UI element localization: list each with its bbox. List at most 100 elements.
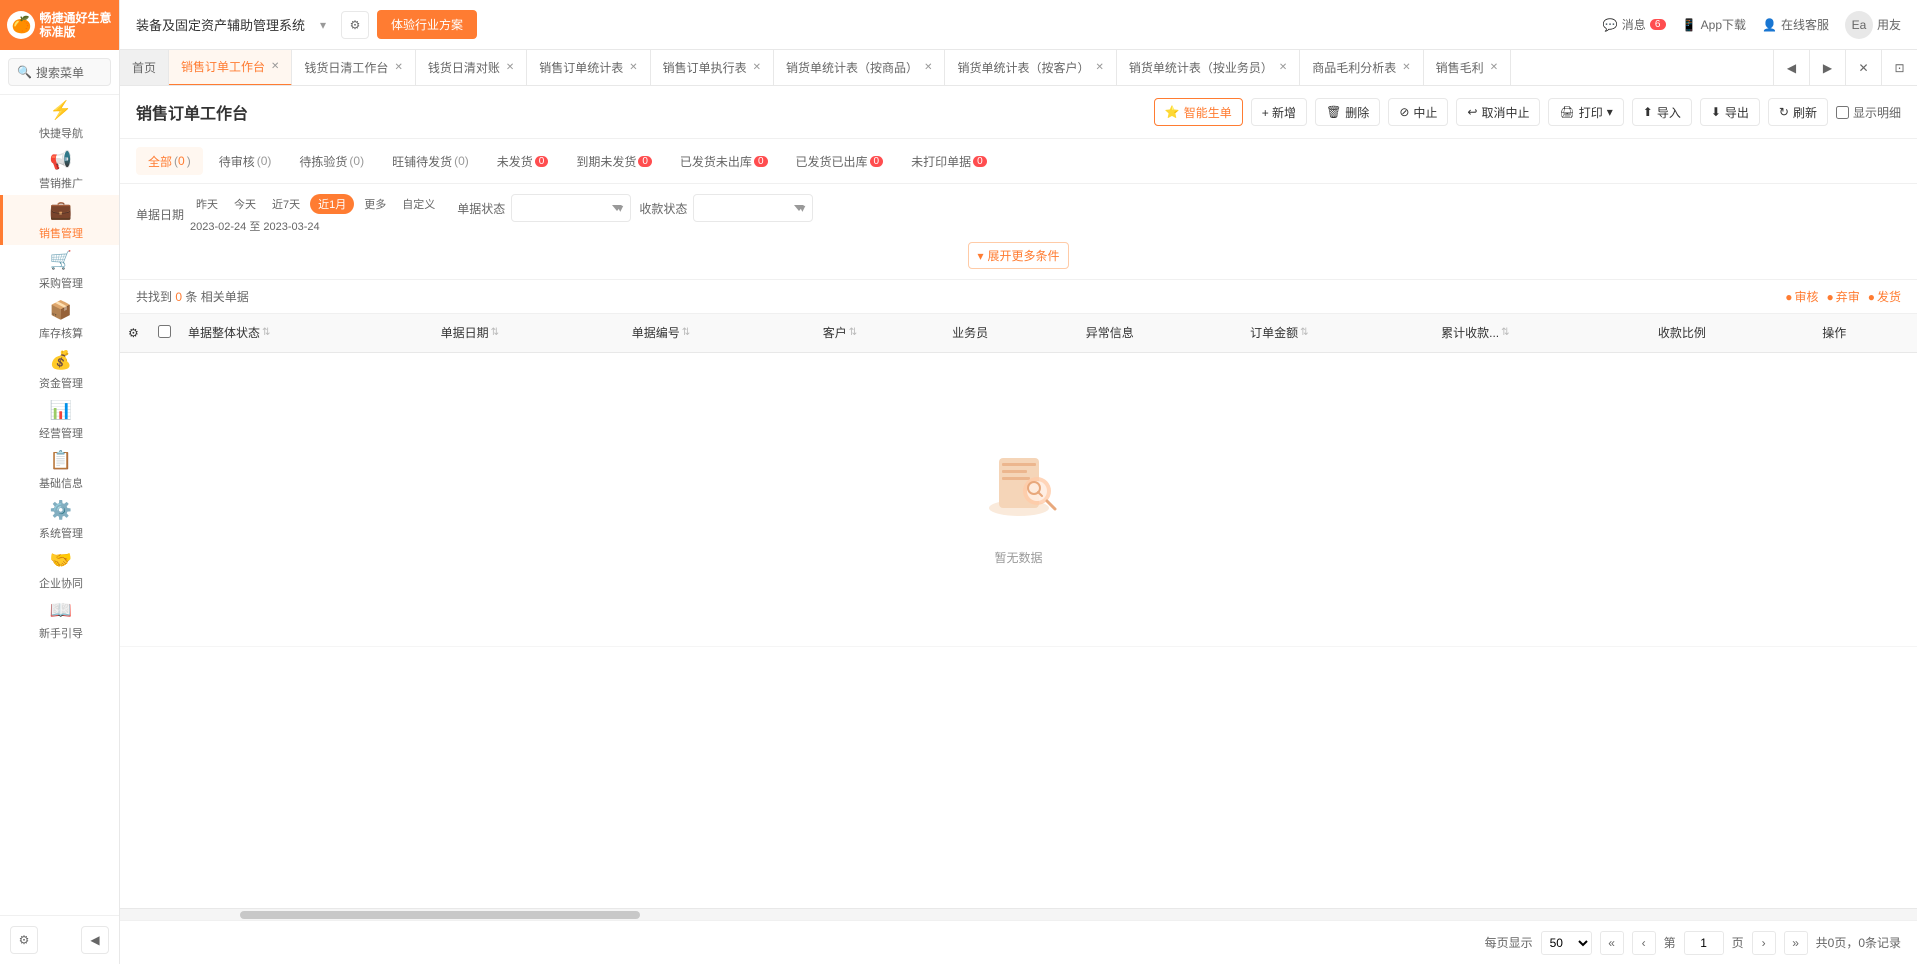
refresh-button[interactable]: ↻ 刷新 — [1768, 98, 1828, 126]
add-button[interactable]: + 新增 — [1251, 98, 1307, 126]
sub-tab-shipped-out[interactable]: 已发货已出库 0 — [784, 147, 896, 175]
delete-button[interactable]: 🗑 删除 — [1315, 98, 1380, 126]
sidebar-item-inventory[interactable]: 📦 库存核算 — [0, 295, 119, 345]
col-staff: 业务员 — [944, 314, 1078, 352]
header-settings-button[interactable]: ⚙ — [341, 11, 369, 39]
print-button[interactable]: 🖨 打印 ▾ — [1548, 98, 1623, 126]
tab-sales-by-staff[interactable]: 销货单统计表（按业务员） ✕ — [1117, 50, 1300, 86]
import-button[interactable]: ⬆ 导入 — [1632, 98, 1692, 126]
tab-sales-profit[interactable]: 销售毛利 ✕ — [1424, 50, 1511, 86]
tab-close-sales-profit[interactable]: ✕ — [1490, 62, 1498, 73]
cancel-stop-button[interactable]: ↩ 取消中止 — [1456, 98, 1540, 126]
search-menu-button[interactable]: 🔍 搜索菜单 — [8, 58, 111, 86]
select-all-checkbox[interactable] — [158, 325, 171, 338]
date-option-7days[interactable]: 近7天 — [266, 194, 306, 214]
page-last-button[interactable]: » — [1784, 931, 1808, 955]
tab-sales-by-product[interactable]: 销货单统计表（按商品） ✕ — [774, 50, 945, 86]
page-prev-button[interactable]: ‹ — [1632, 931, 1656, 955]
tab-sales-workbench[interactable]: 销售订单工作台 ✕ — [169, 50, 292, 86]
sidebar-item-quick-nav[interactable]: ⚡ 快捷导航 — [0, 95, 119, 145]
tab-cash-daily[interactable]: 钱货日清工作台 ✕ — [292, 50, 415, 86]
date-sort-button[interactable]: 单据日期 ⇅ — [441, 324, 616, 341]
header-dropdown-button[interactable]: ▾ — [313, 15, 333, 35]
smart-create-button[interactable]: ⭐ 智能生单 — [1154, 98, 1243, 126]
unreviewed-action-button[interactable]: ● 弃审 — [1826, 288, 1859, 305]
inventory-icon: 📦 — [50, 300, 72, 321]
tab-cash-reconcile[interactable]: 钱货日清对账 ✕ — [416, 50, 527, 86]
tab-close-sales-by-staff[interactable]: ✕ — [1279, 62, 1287, 73]
tab-expand-button[interactable]: ⊡ — [1881, 50, 1917, 86]
horizontal-scrollbar[interactable] — [120, 908, 1917, 920]
sidebar-item-guide[interactable]: 📖 新手引导 — [0, 595, 119, 645]
sub-tab-unshipped[interactable]: 未发货 0 — [485, 147, 561, 175]
received-sort-button[interactable]: 累计收款... ⇅ — [1441, 324, 1642, 341]
industry-solution-button[interactable]: 体验行业方案 — [377, 10, 477, 39]
number-sort-button[interactable]: 单据编号 ⇅ — [632, 324, 807, 341]
date-option-1month[interactable]: 近1月 — [310, 194, 354, 214]
date-option-custom[interactable]: 自定义 — [396, 194, 441, 214]
sidebar-item-cooperation[interactable]: 🤝 企业协同 — [0, 545, 119, 595]
sidebar-item-basic[interactable]: 📋 基础信息 — [0, 445, 119, 495]
stop-button[interactable]: ⊘ 中止 — [1388, 98, 1448, 126]
tab-close-sales-by-product[interactable]: ✕ — [924, 62, 932, 73]
page-actions: ⭐ 智能生单 + 新增 🗑 删除 ⊘ 中止 ↩ 取消中止 🖨 打印 ▾ — [1154, 98, 1901, 126]
amount-sort-button[interactable]: 订单金额 ⇅ — [1250, 324, 1425, 341]
app-download-button[interactable]: 📱 App下载 — [1682, 16, 1746, 33]
tab-close-cash-reconcile[interactable]: ✕ — [506, 62, 514, 73]
date-option-more[interactable]: 更多 — [358, 194, 392, 214]
page-number-input[interactable] — [1684, 931, 1724, 955]
number-sort-icon: ⇅ — [682, 327, 690, 338]
sub-tab-pending-inspect[interactable]: 待拣验货 (0) — [287, 147, 376, 175]
online-service-button[interactable]: 👤 在线客服 — [1762, 16, 1829, 33]
sidebar-item-sales[interactable]: 💼 销售管理 — [0, 195, 119, 245]
tab-close-cash-daily[interactable]: ✕ — [394, 62, 402, 73]
sub-tab-wangpu[interactable]: 旺铺待发货 (0) — [380, 147, 481, 175]
sidebar-item-operations[interactable]: 📊 经营管理 — [0, 395, 119, 445]
user-menu-button[interactable]: Ea 用友 — [1845, 11, 1901, 39]
sidebar-item-marketing[interactable]: 📢 营销推广 — [0, 145, 119, 195]
tab-close-sales-by-customer[interactable]: ✕ — [1095, 62, 1103, 73]
expand-more-conditions-button[interactable]: ▾ 展开更多条件 — [968, 242, 1068, 269]
sidebar-item-system[interactable]: ⚙️ 系统管理 — [0, 495, 119, 545]
tab-close-all-button[interactable]: ✕ — [1845, 50, 1881, 86]
review-action-button[interactable]: ● 审核 — [1785, 288, 1818, 305]
sidebar-item-purchase[interactable]: 🛒 采购管理 — [0, 245, 119, 295]
user-avatar-text: Ea — [1852, 18, 1867, 32]
tab-sales-by-customer[interactable]: 销货单统计表（按客户） ✕ — [945, 50, 1116, 86]
tab-close-gross-profit[interactable]: ✕ — [1402, 62, 1410, 73]
ship-action-button[interactable]: ● 发货 — [1868, 288, 1901, 305]
status-sort-button[interactable]: 单据整体状态 ⇅ — [188, 324, 425, 341]
tab-close-sales-exec[interactable]: ✕ — [753, 62, 761, 73]
tab-scroll-right-button[interactable]: ▶ — [1809, 50, 1845, 86]
status-select[interactable] — [511, 194, 631, 222]
tab-scroll-left-button[interactable]: ◀ — [1773, 50, 1809, 86]
tab-sales-exec[interactable]: 销售订单执行表 ✕ — [651, 50, 774, 86]
sub-tab-expired-unshipped[interactable]: 到期未发货 0 — [564, 147, 664, 175]
per-page-select[interactable]: 50 10 20 100 — [1541, 931, 1592, 955]
tab-close-sales-stat[interactable]: ✕ — [629, 62, 637, 73]
sidebar-settings-button[interactable]: ⚙ — [10, 926, 38, 954]
payment-select[interactable] — [693, 194, 813, 222]
column-settings-icon[interactable]: ⚙ — [128, 326, 139, 340]
page-first-button[interactable]: « — [1600, 931, 1624, 955]
tab-sales-stat[interactable]: 销售订单统计表 ✕ — [527, 50, 650, 86]
date-option-today[interactable]: 今天 — [228, 194, 262, 214]
page-next-button[interactable]: › — [1752, 931, 1776, 955]
show-detail-checkbox-label[interactable]: 显示明细 — [1836, 104, 1901, 121]
sidebar-item-finance[interactable]: 💰 资金管理 — [0, 345, 119, 395]
tab-gross-profit[interactable]: 商品毛利分析表 ✕ — [1300, 50, 1423, 86]
sub-tab-pending-review[interactable]: 待审核 (0) — [207, 147, 284, 175]
export-button[interactable]: ⬇ 导出 — [1700, 98, 1760, 126]
scrollbar-thumb[interactable] — [240, 911, 640, 919]
customer-sort-button[interactable]: 客户 ⇅ — [823, 324, 936, 341]
sub-tab-all[interactable]: 全部 ( 0 ) — [136, 147, 203, 175]
message-button[interactable]: 💬 消息 6 — [1603, 16, 1666, 33]
sub-tab-unprinted[interactable]: 未打印单据 0 — [899, 147, 999, 175]
tab-home[interactable]: 首页 — [120, 50, 169, 86]
show-detail-checkbox[interactable] — [1836, 106, 1849, 119]
page-label: 第 — [1664, 934, 1676, 951]
sub-tab-shipped-not-out[interactable]: 已发货未出库 0 — [668, 147, 780, 175]
sidebar-collapse-button[interactable]: ◀ — [81, 926, 109, 954]
date-option-yesterday[interactable]: 昨天 — [190, 194, 224, 214]
tab-close-sales-workbench[interactable]: ✕ — [271, 61, 279, 72]
